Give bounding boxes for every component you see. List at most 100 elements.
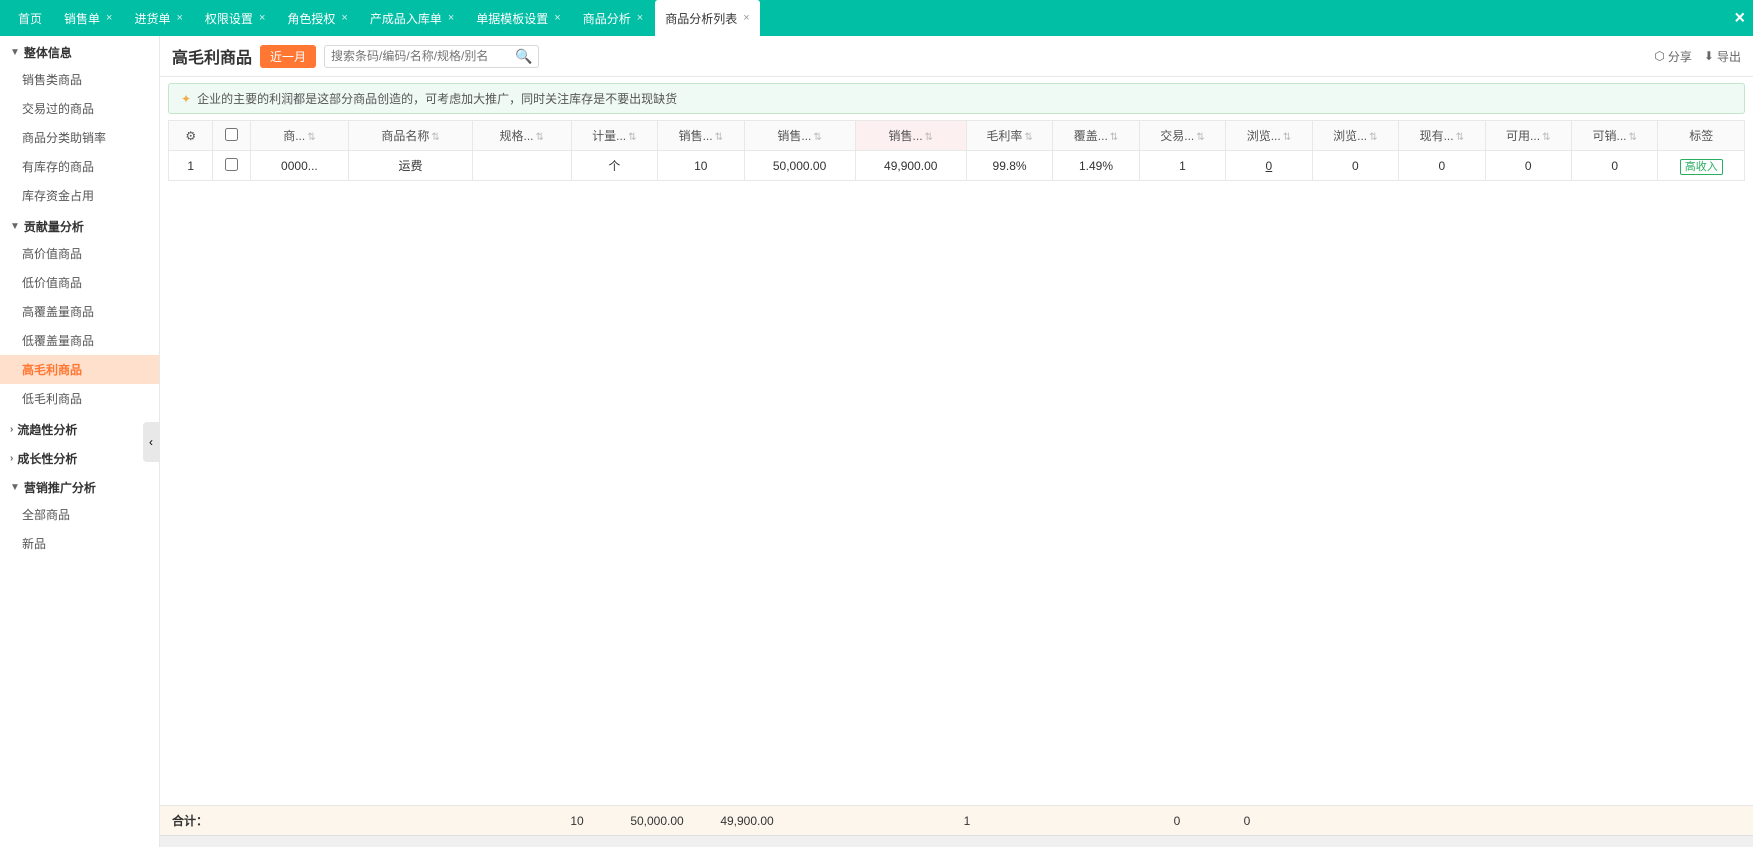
sidebar-item-stock-capital[interactable]: 库存资金占用: [0, 181, 159, 210]
nav-tab-analysis[interactable]: 商品分析 ×: [573, 0, 653, 36]
export-icon: ⬇: [1704, 49, 1714, 63]
nav-tab-template[interactable]: 单据模板设置 ×: [466, 0, 570, 36]
nav-tab-home[interactable]: 首页: [8, 0, 52, 36]
th-browse2[interactable]: 浏览...⇅: [1312, 121, 1398, 151]
sort-trade-icon: ⇅: [1196, 132, 1204, 143]
footer-stock: 0: [1142, 814, 1212, 828]
period-button[interactable]: 近一月: [260, 45, 316, 68]
th-stock[interactable]: 现有...⇅: [1399, 121, 1485, 151]
footer-sales-qty: 10: [542, 814, 612, 828]
search-box: 🔍: [324, 45, 539, 68]
sort-unit-icon: ⇅: [628, 132, 636, 143]
sort-sales-qty-icon: ⇅: [715, 132, 723, 143]
th-avail[interactable]: 可用...⇅: [1485, 121, 1571, 151]
sidebar-item-new-goods[interactable]: 新品: [0, 529, 159, 558]
sidebar-item-high-margin[interactable]: 高毛利商品: [0, 355, 159, 384]
close-permission-tab[interactable]: ×: [259, 12, 265, 24]
sort-browse1-icon: ⇅: [1283, 132, 1291, 143]
sidebar-item-all-goods[interactable]: 全部商品: [0, 500, 159, 529]
search-input[interactable]: [331, 49, 511, 63]
search-icon[interactable]: 🔍: [515, 48, 532, 65]
table-header-row: ⚙ 商...⇅ 商品名称⇅ 规格...⇅ 计量...⇅ 销售...⇅ 销售...…: [169, 121, 1745, 151]
th-sales-qty[interactable]: 销售...⇅: [658, 121, 744, 151]
cell-browse2: 0: [1312, 151, 1398, 181]
th-gross[interactable]: 毛利率⇅: [966, 121, 1052, 151]
cell-sales-cost: 49,900.00: [855, 151, 966, 181]
sidebar-item-high-value[interactable]: 高价值商品: [0, 239, 159, 268]
chevron-left-icon: ‹: [149, 435, 153, 449]
row-checkbox[interactable]: [225, 158, 238, 171]
th-unit[interactable]: 计量...⇅: [571, 121, 657, 151]
sort-stock-icon: ⇅: [1456, 132, 1464, 143]
close-analysis-tab[interactable]: ×: [637, 12, 643, 24]
sort-spec-icon: ⇅: [536, 132, 544, 143]
th-trade[interactable]: 交易...⇅: [1139, 121, 1225, 151]
content-header: 高毛利商品 近一月 🔍 ⬡ 分享 ⬇ 导出: [160, 36, 1753, 77]
horizontal-scrollbar[interactable]: [160, 835, 1753, 847]
sort-salable-icon: ⇅: [1629, 132, 1637, 143]
th-sales-cost[interactable]: 销售...⇅: [855, 121, 966, 151]
nav-tab-purchase[interactable]: 进货单 ×: [124, 0, 192, 36]
th-check[interactable]: [213, 121, 250, 151]
th-cover[interactable]: 覆盖...⇅: [1053, 121, 1139, 151]
cell-stock: 0: [1399, 151, 1485, 181]
nav-tab-analysis-list[interactable]: 商品分析列表 ×: [655, 0, 759, 36]
alert-icon: ✦: [181, 92, 191, 106]
alert-bar: ✦ 企业的主要的利润都是这部分商品创造的，可考虑加大推广，同时关注库存是不要出现…: [168, 83, 1745, 114]
cell-check[interactable]: [213, 151, 250, 181]
th-spec[interactable]: 规格...⇅: [472, 121, 571, 151]
sort-cover-icon: ⇅: [1110, 132, 1118, 143]
close-all-tabs[interactable]: ×: [1734, 8, 1745, 29]
sidebar-group-overall[interactable]: ▼ 整体信息: [0, 36, 159, 65]
cell-spec: [472, 151, 571, 181]
select-all-checkbox[interactable]: [225, 128, 238, 141]
marketing-arrow: ▼: [10, 482, 20, 493]
sidebar-item-low-value[interactable]: 低价值商品: [0, 268, 159, 297]
close-role-tab[interactable]: ×: [341, 12, 347, 24]
page-title: 高毛利商品: [172, 44, 252, 68]
sidebar-group-trend[interactable]: › 流趋性分析: [0, 413, 159, 442]
th-name[interactable]: 商品名称⇅: [349, 121, 473, 151]
sidebar-item-in-stock-goods[interactable]: 有库存的商品: [0, 152, 159, 181]
nav-tab-sales[interactable]: 销售单 ×: [54, 0, 122, 36]
sidebar-item-low-coverage[interactable]: 低覆盖量商品: [0, 326, 159, 355]
th-browse1[interactable]: 浏览...⇅: [1226, 121, 1312, 151]
share-button[interactable]: ⬡ 分享: [1654, 48, 1692, 65]
sidebar-item-high-coverage[interactable]: 高覆盖量商品: [0, 297, 159, 326]
browse1-link[interactable]: 0: [1266, 159, 1273, 173]
th-tag[interactable]: 标签: [1658, 121, 1745, 151]
sidebar-group-marketing[interactable]: ▼ 营销推广分析: [0, 471, 159, 500]
main-layout: ▼ 整体信息 销售类商品 交易过的商品 商品分类助销率 有库存的商品 库存资金占…: [0, 36, 1753, 847]
sidebar-group-contribution[interactable]: ▼ 贡献量分析: [0, 210, 159, 239]
table-wrapper: ⚙ 商...⇅ 商品名称⇅ 规格...⇅ 计量...⇅ 销售...⇅ 销售...…: [160, 120, 1753, 805]
close-purchase-tab[interactable]: ×: [176, 12, 182, 24]
close-product-in-tab[interactable]: ×: [448, 12, 454, 24]
th-code[interactable]: 商...⇅: [250, 121, 349, 151]
tag-badge: 高收入: [1680, 159, 1723, 175]
sidebar-group-growth[interactable]: › 成长性分析: [0, 442, 159, 471]
sidebar-collapse-btn[interactable]: ‹: [143, 422, 159, 462]
sidebar-item-traded-goods[interactable]: 交易过的商品: [0, 94, 159, 123]
cell-unit: 个: [571, 151, 657, 181]
th-sales-amt[interactable]: 销售...⇅: [744, 121, 855, 151]
export-button[interactable]: ⬇ 导出: [1704, 48, 1741, 65]
nav-tab-role[interactable]: 角色授权 ×: [277, 0, 357, 36]
sidebar-item-category-rate[interactable]: 商品分类助销率: [0, 123, 159, 152]
close-analysis-list-tab[interactable]: ×: [743, 12, 749, 24]
top-nav: 首页 销售单 × 进货单 × 权限设置 × 角色授权 × 产成品入库单 × 单据…: [0, 0, 1753, 36]
contribution-arrow: ▼: [10, 221, 20, 232]
growth-arrow: ›: [10, 453, 13, 464]
th-settings[interactable]: ⚙: [169, 121, 213, 151]
footer-avail: 0: [1212, 814, 1282, 828]
close-sales-tab[interactable]: ×: [106, 12, 112, 24]
close-template-tab[interactable]: ×: [554, 12, 560, 24]
cell-browse1[interactable]: 0: [1226, 151, 1312, 181]
nav-tab-product-in[interactable]: 产成品入库单 ×: [360, 0, 464, 36]
sidebar-item-low-margin[interactable]: 低毛利商品: [0, 384, 159, 413]
nav-tab-permission[interactable]: 权限设置 ×: [195, 0, 275, 36]
cell-gross-rate: 99.8%: [966, 151, 1052, 181]
cell-tag: 高收入: [1658, 151, 1745, 181]
th-salable[interactable]: 可销...⇅: [1571, 121, 1657, 151]
sort-gross-icon: ⇅: [1024, 132, 1032, 143]
sidebar-item-sales-goods[interactable]: 销售类商品: [0, 65, 159, 94]
